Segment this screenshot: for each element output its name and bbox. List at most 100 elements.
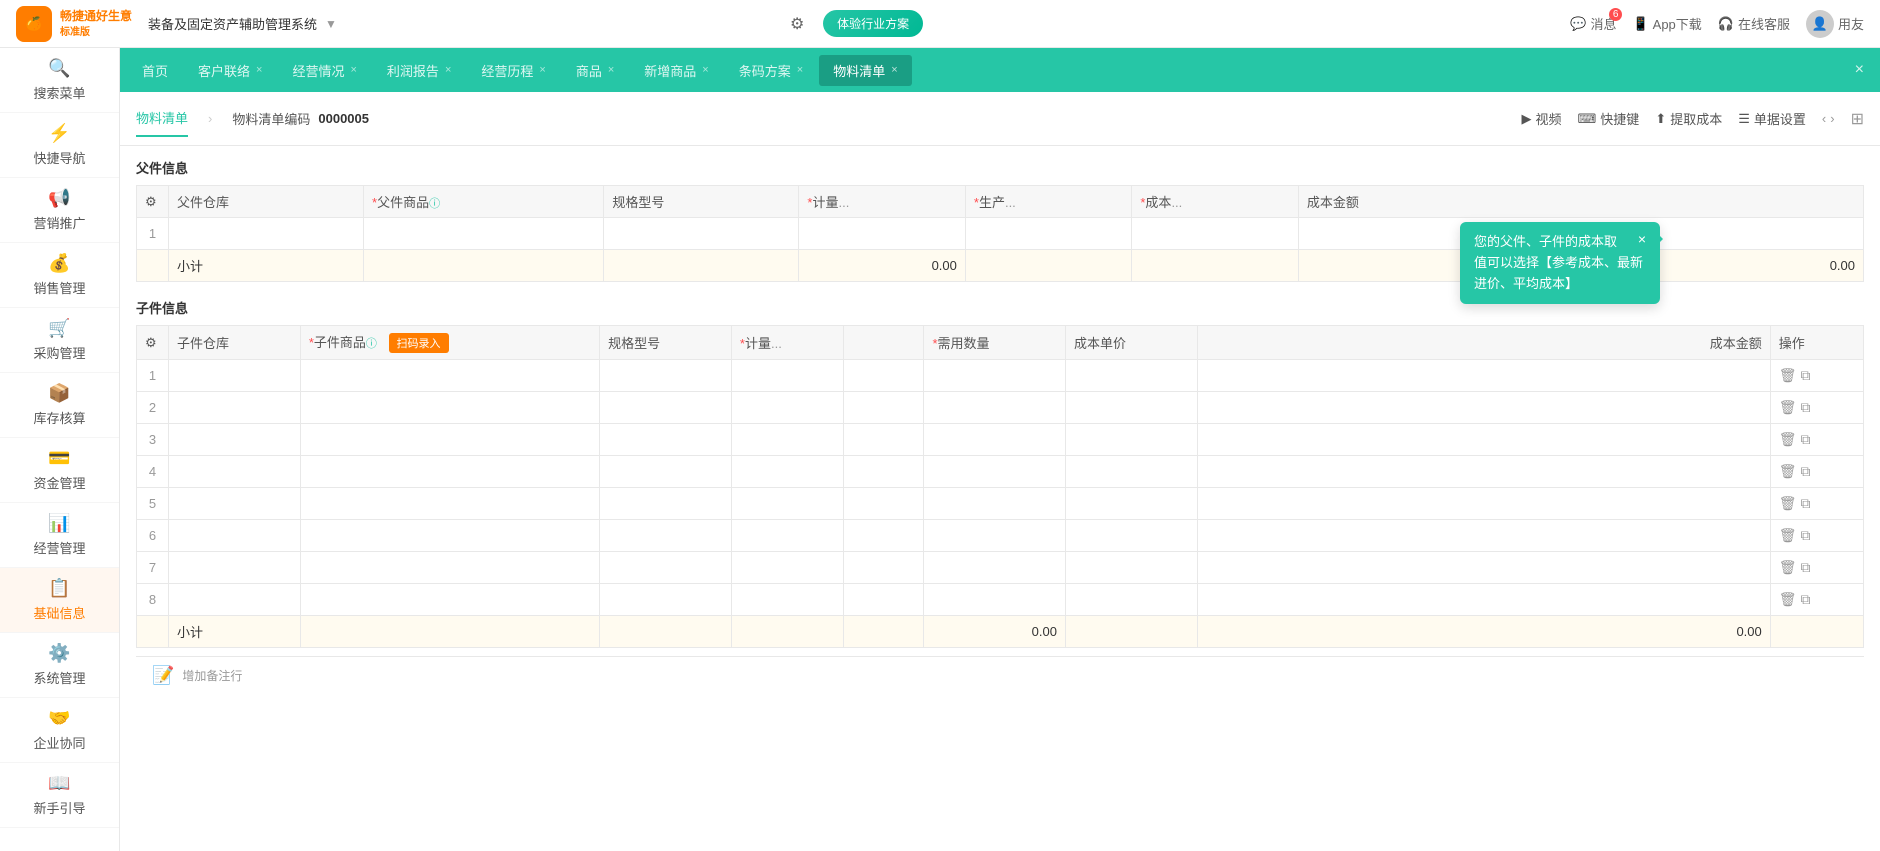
child-cell-qty-4[interactable] xyxy=(924,456,1065,488)
child-cell-product-6[interactable] xyxy=(300,520,599,552)
child-cell-spec-8[interactable] xyxy=(600,584,732,616)
parent-cell-warehouse-1[interactable] xyxy=(169,218,364,250)
child-cell-unit-price-4[interactable] xyxy=(1065,456,1197,488)
child-cell-unit-2[interactable] xyxy=(731,392,844,424)
sidebar-item-basic-info[interactable]: 📋 基础信息 xyxy=(0,568,119,633)
delete-icon-6[interactable]: 🗑 xyxy=(1779,527,1797,544)
child-cell-unit-price-1[interactable] xyxy=(1065,360,1197,392)
child-cell-unit-7[interactable] xyxy=(731,552,844,584)
child-cell-product-1[interactable] xyxy=(300,360,599,392)
parent-cell-product-1[interactable] xyxy=(364,218,604,250)
child-cell-qty-7[interactable] xyxy=(924,552,1065,584)
child-cell-unit-8[interactable] xyxy=(731,584,844,616)
child-cell-unit-price-8[interactable] xyxy=(1065,584,1197,616)
child-cell-product-3[interactable] xyxy=(300,424,599,456)
copy-icon-2[interactable]: ⧉ xyxy=(1801,399,1811,416)
child-cell-qty-8[interactable] xyxy=(924,584,1065,616)
tooltip-close-button[interactable]: × xyxy=(1638,232,1646,246)
child-cell-product-8[interactable] xyxy=(300,584,599,616)
tab-close-bom[interactable]: × xyxy=(891,64,897,76)
title-dropdown-arrow[interactable]: ▼ xyxy=(325,17,337,31)
child-cell-qty-6[interactable] xyxy=(924,520,1065,552)
parent-cell-produce-1[interactable] xyxy=(965,218,1131,250)
tab-close-new-product[interactable]: × xyxy=(702,64,708,76)
tab-close-customer[interactable]: × xyxy=(256,64,262,76)
child-cell-warehouse-1[interactable] xyxy=(169,360,301,392)
child-cell-warehouse-5[interactable] xyxy=(169,488,301,520)
nav-next[interactable]: › xyxy=(1830,111,1834,126)
tab-close-profit[interactable]: × xyxy=(445,64,451,76)
sidebar-item-cooperation[interactable]: 🤝 企业协同 xyxy=(0,698,119,763)
tab-customer[interactable]: 客户联络 × xyxy=(184,55,276,86)
scan-button[interactable]: 扫码录入 xyxy=(389,333,449,353)
tab-products[interactable]: 商品 × xyxy=(562,55,628,86)
delete-icon-7[interactable]: 🗑 xyxy=(1779,559,1797,576)
child-cell-spec-2[interactable] xyxy=(600,392,732,424)
child-cell-unit-4[interactable] xyxy=(731,456,844,488)
child-cell-warehouse-2[interactable] xyxy=(169,392,301,424)
child-cell-unit-price-2[interactable] xyxy=(1065,392,1197,424)
child-cell-warehouse-3[interactable] xyxy=(169,424,301,456)
tab-home[interactable]: 首页 xyxy=(128,55,182,86)
copy-icon-4[interactable]: ⧉ xyxy=(1801,463,1811,480)
sidebar-item-marketing[interactable]: 📢 营销推广 xyxy=(0,178,119,243)
child-cell-spec-1[interactable] xyxy=(600,360,732,392)
tab-operations-status[interactable]: 经营情况 × xyxy=(278,55,370,86)
sidebar-item-search[interactable]: 🔍 搜索菜单 xyxy=(0,48,119,113)
close-all-tabs[interactable]: × xyxy=(1847,57,1872,83)
add-row-icon[interactable]: 📝 xyxy=(152,665,174,686)
subtab-bom-list[interactable]: 物料清单 xyxy=(136,100,188,137)
child-cell-qty-5[interactable] xyxy=(924,488,1065,520)
child-cell-product-2[interactable] xyxy=(300,392,599,424)
tab-close-barcode[interactable]: × xyxy=(797,64,803,76)
delete-icon-1[interactable]: 🗑 xyxy=(1779,367,1797,384)
tab-close-products[interactable]: × xyxy=(608,64,614,76)
child-cell-qty-1[interactable] xyxy=(924,360,1065,392)
copy-icon-3[interactable]: ⧉ xyxy=(1801,431,1811,448)
sidebar-item-guide[interactable]: 📖 新手引导 xyxy=(0,763,119,828)
child-cell-unit-price-7[interactable] xyxy=(1065,552,1197,584)
child-cell-warehouse-4[interactable] xyxy=(169,456,301,488)
child-cell-unit-3[interactable] xyxy=(731,424,844,456)
tab-ops-history[interactable]: 经营历程 × xyxy=(467,55,559,86)
sidebar-item-sales[interactable]: 💰 销售管理 xyxy=(0,243,119,308)
parent-cell-cost-1[interactable] xyxy=(1132,218,1298,250)
message-button[interactable]: 💬 消息 6 xyxy=(1570,14,1616,33)
tab-close-ops-status[interactable]: × xyxy=(350,64,356,76)
child-col-settings[interactable]: ⚙ xyxy=(137,326,169,360)
sidebar-item-finance[interactable]: 💳 资金管理 xyxy=(0,438,119,503)
child-cell-product-7[interactable] xyxy=(300,552,599,584)
sidebar-item-system[interactable]: ⚙️ 系统管理 xyxy=(0,633,119,698)
child-cell-warehouse-6[interactable] xyxy=(169,520,301,552)
user-menu[interactable]: 👤 用友 xyxy=(1806,10,1864,38)
child-cell-qty-2[interactable] xyxy=(924,392,1065,424)
child-cell-product-4[interactable] xyxy=(300,456,599,488)
trial-button[interactable]: 体验行业方案 xyxy=(823,10,923,37)
child-cell-unit-6[interactable] xyxy=(731,520,844,552)
child-cell-spec-5[interactable] xyxy=(600,488,732,520)
sidebar-item-inventory[interactable]: 📦 库存核算 xyxy=(0,373,119,438)
parent-cell-spec-1[interactable] xyxy=(604,218,799,250)
tab-bom[interactable]: 物料清单 × xyxy=(819,55,911,86)
child-cell-unit-price-3[interactable] xyxy=(1065,424,1197,456)
child-cell-warehouse-8[interactable] xyxy=(169,584,301,616)
delete-icon-3[interactable]: 🗑 xyxy=(1779,431,1797,448)
view-video-button[interactable]: ▶ 视频 xyxy=(1522,109,1562,128)
sidebar-item-quick-nav[interactable]: ⚡ 快捷导航 xyxy=(0,113,119,178)
copy-icon-8[interactable]: ⧉ xyxy=(1801,591,1811,608)
delete-icon-4[interactable]: 🗑 xyxy=(1779,463,1797,480)
sidebar-item-purchase[interactable]: 🛒 采购管理 xyxy=(0,308,119,373)
shortcut-button[interactable]: ⌨ 快捷键 xyxy=(1578,109,1640,128)
child-cell-spec-4[interactable] xyxy=(600,456,732,488)
extract-cost-button[interactable]: ⬆ 提取成本 xyxy=(1655,109,1722,128)
tab-new-product[interactable]: 新增商品 × xyxy=(630,55,722,86)
online-service-button[interactable]: 🎧 在线客服 xyxy=(1718,14,1790,33)
parent-cell-unit-1[interactable] xyxy=(799,218,965,250)
copy-icon-1[interactable]: ⧉ xyxy=(1801,367,1811,384)
app-download-button[interactable]: 📱 App下载 xyxy=(1632,14,1701,33)
child-cell-spec-7[interactable] xyxy=(600,552,732,584)
copy-icon-5[interactable]: ⧉ xyxy=(1801,495,1811,512)
copy-icon-6[interactable]: ⧉ xyxy=(1801,527,1811,544)
delete-icon-8[interactable]: 🗑 xyxy=(1779,591,1797,608)
nav-prev[interactable]: ‹ xyxy=(1822,111,1826,126)
